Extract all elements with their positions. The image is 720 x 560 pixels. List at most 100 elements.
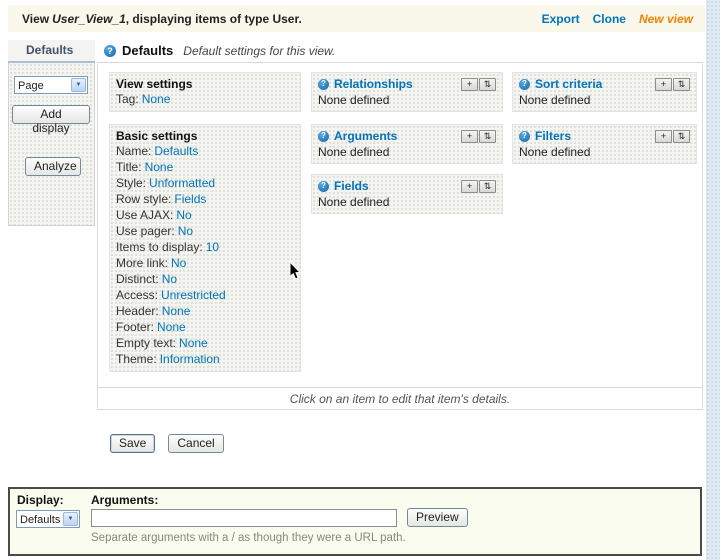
filters-rearrange-button[interactable]: ⇅ xyxy=(673,129,690,143)
setting-row: More link: No xyxy=(116,255,294,271)
setting-label: Use AJAX: xyxy=(116,208,174,222)
setting-label: Row style: xyxy=(116,192,172,206)
setting-value-link[interactable]: No xyxy=(171,256,186,270)
views-ui-screen: View User_View_1, displaying items of typ… xyxy=(0,0,720,560)
sort-criteria-box-header: ? Sort criteria + ⇅ xyxy=(519,77,690,91)
relationships-buttons: + ⇅ xyxy=(461,77,496,91)
setting-label: More link: xyxy=(116,256,169,270)
setting-label: Distinct: xyxy=(116,272,159,286)
view-settings-rows: Tag: None xyxy=(116,91,294,107)
display-settings-heading: ? Defaults Default settings for this vie… xyxy=(104,43,335,58)
arguments-empty-text: None defined xyxy=(318,145,390,159)
view-title: View User_View_1, displaying items of typ… xyxy=(22,12,302,26)
setting-row: Title: None xyxy=(116,159,294,175)
live-preview-panel: Display: Defaults ▼ Arguments: Preview S… xyxy=(8,487,702,556)
setting-value-link[interactable]: None xyxy=(142,92,171,106)
setting-row: Name: Defaults xyxy=(116,143,294,159)
sort-criteria-add-button[interactable]: + xyxy=(655,77,672,91)
setting-value-link[interactable]: Information xyxy=(160,352,220,366)
help-icon[interactable]: ? xyxy=(519,130,530,142)
setting-row: Tag: None xyxy=(116,91,294,107)
setting-value-link[interactable]: Defaults xyxy=(154,144,198,158)
view-title-suffix: , displaying items of type User. xyxy=(125,11,302,26)
edit-hint: Click on an item to edit that item's det… xyxy=(98,387,702,409)
setting-value-link[interactable]: No xyxy=(162,272,177,286)
tab-defaults[interactable]: Defaults xyxy=(8,40,95,63)
clone-link[interactable]: Clone xyxy=(593,12,626,26)
sort-criteria-title-link[interactable]: Sort criteria xyxy=(535,77,602,91)
fields-buttons: + ⇅ xyxy=(461,179,496,193)
relationships-add-button[interactable]: + xyxy=(461,77,478,91)
help-icon[interactable]: ? xyxy=(318,78,329,90)
setting-row: Use pager: No xyxy=(116,223,294,239)
setting-label: Use pager: xyxy=(116,224,175,238)
cancel-button[interactable]: Cancel xyxy=(168,434,224,453)
arguments-add-button[interactable]: + xyxy=(461,129,478,143)
view-name: User_View_1 xyxy=(52,11,126,26)
sort-criteria-rearrange-button[interactable]: ⇅ xyxy=(673,77,690,91)
setting-value-link[interactable]: No xyxy=(178,224,193,238)
setting-label: Items to display: xyxy=(116,240,203,254)
setting-value-link[interactable]: None xyxy=(157,320,186,334)
sort-criteria-buttons: + ⇅ xyxy=(655,77,690,91)
help-icon[interactable]: ? xyxy=(318,130,329,142)
setting-value-link[interactable]: Unrestricted xyxy=(161,288,226,302)
analyze-button[interactable]: Analyze xyxy=(25,157,81,176)
arguments-help-text: Separate arguments with a / as though th… xyxy=(91,532,406,544)
display-type-select-value: Page xyxy=(18,80,44,92)
sort-criteria-empty-text: None defined xyxy=(519,93,591,107)
fields-add-button[interactable]: + xyxy=(461,179,478,193)
setting-row: Access: Unrestricted xyxy=(116,287,294,303)
setting-label: Header: xyxy=(116,304,159,318)
sort-criteria-box: ? Sort criteria + ⇅ None defined xyxy=(512,72,697,112)
fields-box-header: ? Fields + ⇅ xyxy=(318,179,496,193)
fields-rearrange-button[interactable]: ⇅ xyxy=(479,179,496,193)
setting-label: Access: xyxy=(116,288,159,302)
relationships-box-header: ? Relationships + ⇅ xyxy=(318,77,496,91)
arguments-title-link[interactable]: Arguments xyxy=(334,129,397,143)
view-settings-box: View settings Tag: None xyxy=(109,72,301,112)
preview-arguments-label: Arguments: xyxy=(91,493,159,507)
setting-row: Use AJAX: No xyxy=(116,207,294,223)
setting-value-link[interactable]: No xyxy=(176,208,191,222)
filters-buttons: + ⇅ xyxy=(655,129,690,143)
preview-button[interactable]: Preview xyxy=(407,508,468,527)
relationships-rearrange-button[interactable]: ⇅ xyxy=(479,77,496,91)
display-type-select[interactable]: Page ▼ xyxy=(14,76,88,94)
view-title-prefix: View xyxy=(22,11,50,26)
setting-label: Theme: xyxy=(116,352,157,366)
save-button[interactable]: Save xyxy=(110,434,156,453)
setting-label: Name: xyxy=(116,144,152,158)
basic-settings-rows: Name: Defaults Title: None Style: Unformatt… xyxy=(116,143,294,367)
preview-display-select[interactable]: Defaults ▼ xyxy=(16,510,80,528)
chevron-down-icon: ▼ xyxy=(71,78,86,92)
setting-value-link[interactable]: None xyxy=(145,160,174,174)
filters-add-button[interactable]: + xyxy=(655,129,672,143)
setting-row: Theme: Information xyxy=(116,351,294,367)
setting-value-link[interactable]: Unformatted xyxy=(149,176,215,190)
arguments-rearrange-button[interactable]: ⇅ xyxy=(479,129,496,143)
basic-settings-box: Basic settings Name: Defaults Title: None … xyxy=(109,124,301,372)
setting-label: Style: xyxy=(116,176,147,190)
setting-value-link[interactable]: Fields xyxy=(174,192,206,206)
arguments-input[interactable] xyxy=(91,509,397,527)
filters-title-link[interactable]: Filters xyxy=(535,129,571,143)
relationships-title-link[interactable]: Relationships xyxy=(334,77,413,91)
display-tabs-sidebar: Defaults Page ▼ Add display Analyze xyxy=(8,40,95,226)
setting-value-link[interactable]: None xyxy=(162,304,191,318)
view-action-links: Export Clone New view xyxy=(542,12,693,26)
fields-title-link[interactable]: Fields xyxy=(334,179,369,193)
setting-label: Footer: xyxy=(116,320,155,334)
setting-value-link[interactable]: None xyxy=(179,336,208,350)
help-icon[interactable]: ? xyxy=(519,78,530,90)
display-settings-panel: View settings Tag: None Basic settings Na… xyxy=(97,62,703,410)
help-icon[interactable]: ? xyxy=(318,180,329,192)
arguments-box: ? Arguments + ⇅ None defined xyxy=(311,124,503,164)
new-view-link[interactable]: New view xyxy=(639,12,693,26)
relationships-box: ? Relationships + ⇅ None defined xyxy=(311,72,503,112)
add-display-button[interactable]: Add display xyxy=(12,105,90,135)
help-icon[interactable]: ? xyxy=(104,44,116,57)
sidebar-body: Page ▼ Add display Analyze xyxy=(8,63,95,226)
setting-value-link[interactable]: 10 xyxy=(206,240,219,254)
export-link[interactable]: Export xyxy=(542,12,580,26)
